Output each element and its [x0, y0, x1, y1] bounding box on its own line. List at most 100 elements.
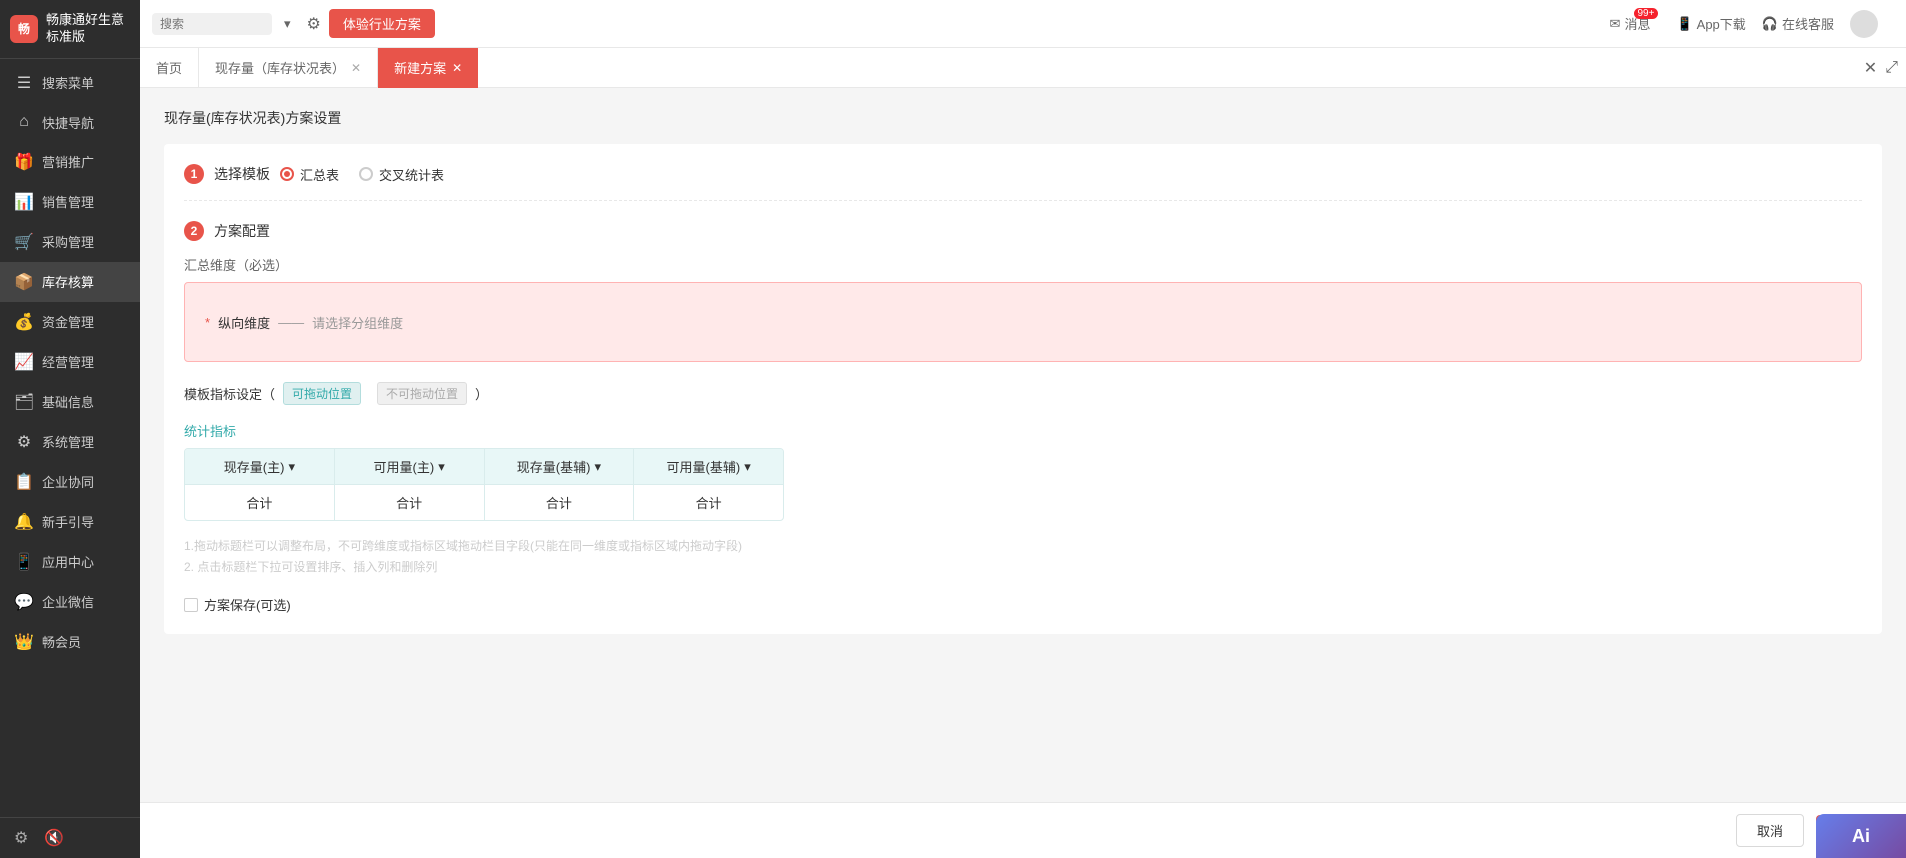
sidebar-item-label: 营销推广: [42, 152, 94, 171]
member-icon: 👑: [14, 632, 34, 652]
col-header-0-label: 现存量(主): [224, 457, 285, 476]
avatar[interactable]: [1850, 10, 1878, 38]
sidebar-item-guide[interactable]: 🔔 新手引导: [0, 502, 140, 542]
system-icon: ⚙: [14, 432, 34, 452]
dimension-area[interactable]: * 纵向维度 —— 请选择分组维度: [184, 282, 1862, 362]
sidebar-item-label: 采购管理: [42, 232, 94, 251]
sidebar-item-operations[interactable]: 📈 经营管理: [0, 342, 140, 382]
sidebar-item-label: 经营管理: [42, 352, 94, 371]
sidebar-item-label: 销售管理: [42, 192, 94, 211]
scheme-save-label: 方案保存(可选): [204, 595, 291, 614]
scheme-save-section: 方案保存(可选): [184, 595, 1862, 614]
table-cell-1: 合计: [335, 484, 485, 520]
wechat-icon: 💬: [14, 592, 34, 612]
col-dropdown-2-icon: ▾: [594, 459, 601, 475]
col-header-2[interactable]: 现存量(基辅) ▾: [485, 449, 635, 484]
col-header-2-label: 现存量(基辅): [517, 457, 591, 476]
stats-table: 现存量(主) ▾ 可用量(主) ▾ 现存量(基辅) ▾ 可用量(基辅): [184, 448, 784, 521]
service-label: 在线客服: [1782, 14, 1834, 33]
col-header-3[interactable]: 可用量(基辅) ▾: [634, 449, 783, 484]
tips-section: 1.拖动标题栏可以调整布局，不可跨维度或指标区域拖动栏目字段(只能在同一维度或指…: [184, 537, 1862, 575]
sidebar-item-inventory[interactable]: 📦 库存核算: [0, 262, 140, 302]
stats-section-title: 统计指标: [184, 421, 1862, 440]
message-button[interactable]: ✉ 消息 99+: [1610, 14, 1651, 33]
tab-close-all-button[interactable]: ✕: [1864, 58, 1877, 78]
online-service-button[interactable]: 🎧 在线客服: [1762, 14, 1834, 33]
content-area: 现存量(库存状况表)方案设置 1 选择模板 汇总表 交叉统计表: [140, 88, 1906, 802]
sidebar-item-wechat[interactable]: 💬 企业微信: [0, 582, 140, 622]
dimension-dash: ——: [278, 315, 304, 330]
radio-summary-dot: [280, 167, 294, 181]
sidebar-item-marketing[interactable]: 🎁 营销推广: [0, 142, 140, 182]
search-input[interactable]: [152, 13, 272, 35]
dimension-placeholder: 请选择分组维度: [312, 313, 403, 332]
sidebar-item-label: 搜索菜单: [42, 73, 94, 92]
step1-title: 选择模板: [214, 164, 270, 184]
sidebar-item-member[interactable]: 👑 畅会员: [0, 622, 140, 662]
tip-1: 2. 点击标题栏下拉可设置排序、插入列和删除列: [184, 558, 1862, 575]
col-header-1-label: 可用量(主): [374, 457, 435, 476]
tab-new-scheme[interactable]: 新建方案 ✕: [378, 48, 478, 88]
tip-0: 1.拖动标题栏可以调整布局，不可跨维度或指标区域拖动栏目字段(只能在同一维度或指…: [184, 537, 1862, 554]
sidebar-footer: ⚙ 🔇: [0, 817, 140, 858]
sidebar-item-label: 系统管理: [42, 432, 94, 451]
sidebar-item-app-center[interactable]: 📱 应用中心: [0, 542, 140, 582]
sidebar-item-base-info[interactable]: 🗂 基础信息: [0, 382, 140, 422]
step2-title: 方案配置: [214, 221, 270, 241]
trial-button[interactable]: 体验行业方案: [329, 9, 435, 38]
radio-summary[interactable]: 汇总表: [280, 165, 339, 184]
radio-cross[interactable]: 交叉统计表: [359, 165, 444, 184]
table-cell-3: 合计: [634, 484, 783, 520]
search-dropdown-icon[interactable]: ▾: [284, 16, 291, 32]
stats-table-body: 合计 合计 合计 合计: [185, 484, 783, 520]
enterprise-icon: 📋: [14, 472, 34, 492]
sidebar-item-sales[interactable]: 📊 销售管理: [0, 182, 140, 222]
sidebar-item-label: 企业微信: [42, 592, 94, 611]
sales-icon: 📊: [14, 192, 34, 212]
topbar: ▾ ⚙ 体验行业方案 ✉ 消息 99+ 📱 App下载 🎧 在线客服: [140, 0, 1906, 48]
scheme-save-checkbox[interactable]: [184, 598, 198, 612]
sidebar-item-enterprise[interactable]: 📋 企业协同: [0, 462, 140, 502]
indicator-settings-suffix: ）: [475, 384, 488, 403]
base-info-icon: 🗂: [14, 392, 34, 412]
step1-section: 1 选择模板 汇总表 交叉统计表: [184, 164, 1862, 201]
radio-cross-dot: [359, 167, 373, 181]
radio-cross-label: 交叉统计表: [379, 165, 444, 184]
ai-floating-button[interactable]: Ai: [1816, 814, 1906, 858]
radio-summary-label: 汇总表: [300, 165, 339, 184]
app-icon: 📱: [1676, 16, 1692, 32]
audio-icon[interactable]: 🔇: [44, 828, 64, 848]
sidebar-item-search-menu[interactable]: ☰ 搜索菜单: [0, 63, 140, 103]
col-header-0[interactable]: 现存量(主) ▾: [185, 449, 335, 484]
gear-icon[interactable]: ⚙: [307, 14, 321, 34]
tab-expand-button[interactable]: ⤢: [1885, 58, 1898, 78]
col-dropdown-3-icon: ▾: [744, 459, 751, 475]
tab-new-close[interactable]: ✕: [452, 61, 462, 75]
col-header-1[interactable]: 可用量(主) ▾: [335, 449, 485, 484]
sidebar-item-label: 企业协同: [42, 472, 94, 491]
tab-inventory-status[interactable]: 现存量（库存状况表） ✕: [199, 48, 378, 88]
search-menu-icon: ☰: [14, 73, 34, 93]
settings-icon[interactable]: ⚙: [14, 828, 28, 848]
sidebar: 畅 畅康通好生意 标准版 ☰ 搜索菜单 ⌂ 快捷导航 🎁 营销推广 📊 销售管理…: [0, 0, 140, 858]
message-badge: 99+: [1634, 8, 1659, 19]
marketing-icon: 🎁: [14, 152, 34, 172]
table-cell-0: 合计: [185, 484, 335, 520]
sidebar-item-purchase[interactable]: 🛒 采购管理: [0, 222, 140, 262]
tab-home[interactable]: 首页: [140, 48, 199, 88]
sidebar-item-label: 新手引导: [42, 512, 94, 531]
sidebar-item-quick-nav[interactable]: ⌂ 快捷导航: [0, 103, 140, 142]
inventory-icon: 📦: [14, 272, 34, 292]
sidebar-item-system[interactable]: ⚙ 系统管理: [0, 422, 140, 462]
finance-icon: 💰: [14, 312, 34, 332]
draggable-tag: 可拖动位置: [283, 382, 361, 405]
scheme-panel: 1 选择模板 汇总表 交叉统计表: [164, 144, 1882, 634]
quick-nav-icon: ⌂: [14, 113, 34, 131]
app-download-button[interactable]: 📱 App下载: [1676, 14, 1745, 33]
tab-inventory-close[interactable]: ✕: [351, 61, 361, 75]
topbar-right: ✉ 消息 99+ 📱 App下载 🎧 在线客服: [1610, 10, 1894, 38]
col-header-3-label: 可用量(基辅): [667, 457, 741, 476]
step1-badge: 1: [184, 164, 204, 184]
sidebar-item-finance[interactable]: 💰 资金管理: [0, 302, 140, 342]
cancel-button[interactable]: 取消: [1736, 814, 1804, 847]
